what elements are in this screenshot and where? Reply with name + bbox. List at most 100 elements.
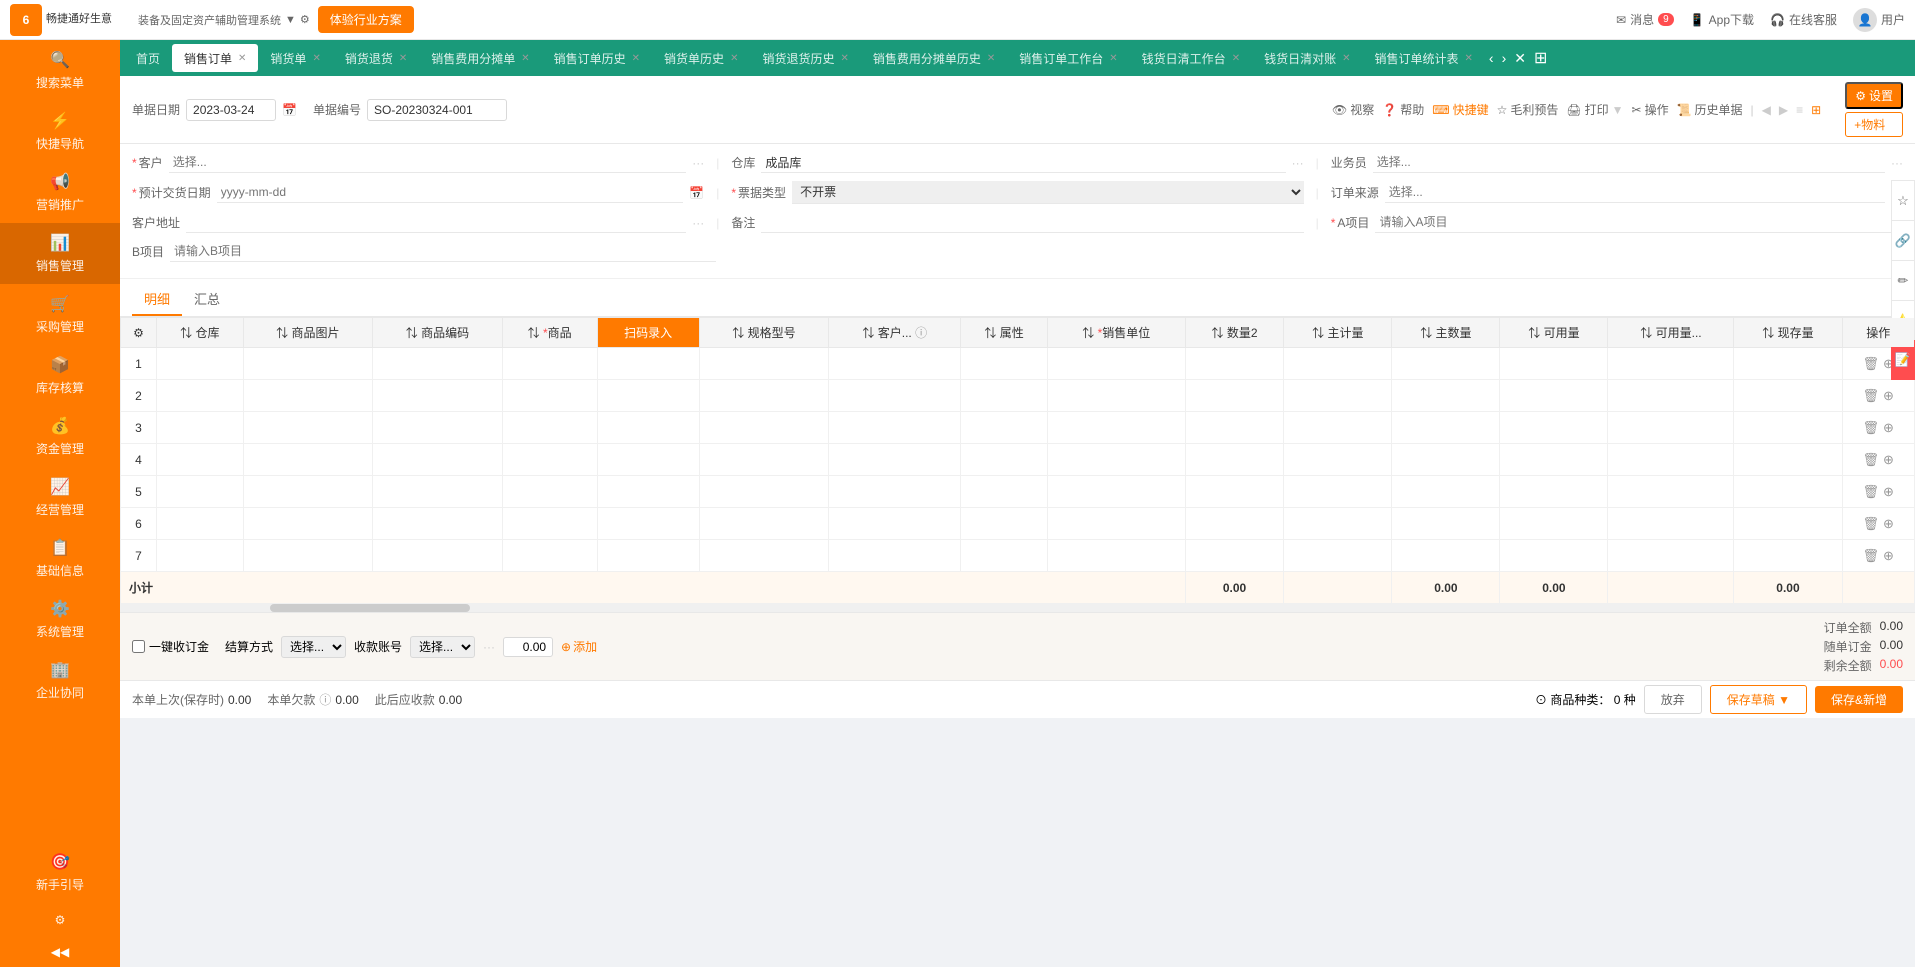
sidebar-item-inventory[interactable]: 📦 库存核算 <box>0 345 120 406</box>
help-btn[interactable]: ❓ 帮助 <box>1382 101 1424 118</box>
tab-close-sales-refund-history[interactable]: ✕ <box>840 53 848 64</box>
sidebar-item-system[interactable]: ⚙️ 系统管理 <box>0 589 120 650</box>
tab-sales-stat[interactable]: 销售订单统计表 ✕ <box>1362 44 1484 72</box>
row1-product-code[interactable] <box>373 348 503 380</box>
tab-sales-cost-history[interactable]: 销售费用分摊单历史 ✕ <box>861 44 1007 72</box>
user-btn[interactable]: 👤 用户 <box>1853 8 1905 32</box>
set-btn[interactable]: ⚙ 设置 <box>1845 82 1903 109</box>
row7-copy-icon[interactable]: ⊕ <box>1883 548 1894 564</box>
col-attribute[interactable]: ⇅ 属性 <box>961 318 1048 348</box>
tab-close-cash-daily[interactable]: ✕ <box>1232 53 1240 64</box>
row1-product[interactable] <box>502 348 597 380</box>
tab-menu-btn[interactable]: ✕ <box>1510 50 1530 67</box>
row2-product-img[interactable] <box>243 380 373 412</box>
row6-copy-icon[interactable]: ⊕ <box>1883 516 1894 532</box>
row2-copy-icon[interactable]: ⊕ <box>1883 388 1894 404</box>
sidebar-item-sales[interactable]: 📊 销售管理 <box>0 223 120 284</box>
tab-cash-daily[interactable]: 钱货日清工作台 ✕ <box>1130 44 1252 72</box>
sidebar-item-enterprise[interactable]: 🏢 企业协同 <box>0 650 120 711</box>
row5-copy-icon[interactable]: ⊕ <box>1883 484 1894 500</box>
one-click-checkbox-input[interactable] <box>132 640 145 653</box>
tab-close-cash-reconcile[interactable]: ✕ <box>1342 53 1350 64</box>
tab-cash-reconcile[interactable]: 钱货日清对账 ✕ <box>1252 44 1362 72</box>
edge-btn-1[interactable]: ☆ <box>1891 180 1915 220</box>
sidebar-item-basic[interactable]: 📋 基础信息 <box>0 528 120 589</box>
view-btn[interactable]: 👁 视察 <box>1332 101 1374 118</box>
salesperson-more-icon[interactable]: ··· <box>1891 156 1903 170</box>
tab-prev-btn[interactable]: ‹ <box>1485 50 1498 66</box>
row1-customer-code[interactable] <box>829 348 961 380</box>
row5-delete-icon[interactable]: 🗑 <box>1863 484 1880 500</box>
row2-warehouse[interactable] <box>157 380 244 412</box>
tab-sales-order[interactable]: 销售订单 ✕ <box>172 44 258 72</box>
row2-qty2[interactable] <box>1185 380 1284 412</box>
tab-close-sales-cost-history[interactable]: ✕ <box>987 53 995 64</box>
tab-sales-cost[interactable]: 销售费用分摊单 ✕ <box>419 44 541 72</box>
col-product-img[interactable]: ⇅ 商品图片 <box>243 318 373 348</box>
table-scrollbar[interactable] <box>120 604 1915 612</box>
tab-close-sales-cost[interactable]: ✕ <box>521 53 529 64</box>
col-available[interactable]: ⇅ 可用量 <box>1500 318 1608 348</box>
sidebar-item-search[interactable]: 🔍 搜索菜单 <box>0 40 120 101</box>
row2-available2[interactable] <box>1608 380 1734 412</box>
discard-btn[interactable]: 放弃 <box>1644 685 1702 714</box>
col-qty2[interactable]: ⇅ 数量2 <box>1185 318 1284 348</box>
amount-input[interactable] <box>503 637 553 657</box>
docno-input[interactable] <box>367 99 507 121</box>
account-select[interactable]: 选择... <box>410 636 475 658</box>
row1-stock[interactable] <box>1734 348 1842 380</box>
operation-btn[interactable]: ✂ 操作 <box>1632 101 1669 118</box>
row2-product[interactable] <box>502 380 597 412</box>
edge-btn-3[interactable]: ✏ <box>1891 260 1915 300</box>
print-btn[interactable]: 🖨 打印 ▼ <box>1566 101 1623 118</box>
tab-summary[interactable]: 汇总 <box>182 283 232 316</box>
tab-sales-return[interactable]: 销货单 ✕ <box>258 44 332 72</box>
profit-btn[interactable]: ☆ 毛利预告 <box>1497 101 1559 118</box>
message-btn[interactable]: ✉ 消息 9 <box>1616 11 1674 28</box>
warehouse-more-icon[interactable]: ··· <box>1292 156 1304 170</box>
row1-scan[interactable] <box>597 348 699 380</box>
col-main-qty[interactable]: ⇅ 主数量 <box>1392 318 1500 348</box>
a-project-input[interactable] <box>1375 212 1903 233</box>
order-source-input[interactable] <box>1385 182 1885 203</box>
row7-delete-icon[interactable]: 🗑 <box>1863 548 1880 564</box>
add-material-btn[interactable]: +物料 <box>1845 112 1903 137</box>
add-payment-btn[interactable]: ⊕ 添加 <box>561 638 597 655</box>
salesperson-input[interactable] <box>1373 152 1885 173</box>
row2-product-code[interactable] <box>373 380 503 412</box>
col-warehouse[interactable]: ⇅ 仓库 <box>157 318 244 348</box>
row3-delete-icon[interactable]: 🗑 <box>1863 420 1880 436</box>
tab-close-sales-stat[interactable]: ✕ <box>1465 53 1473 64</box>
row1-spec[interactable] <box>699 348 829 380</box>
row2-customer-code[interactable] <box>829 380 961 412</box>
tab-sales-return-history[interactable]: 销货单历史 ✕ <box>652 44 750 72</box>
tab-sales-refund[interactable]: 销货退货 ✕ <box>333 44 419 72</box>
tab-close-sales-order-history[interactable]: ✕ <box>632 53 640 64</box>
tab-close-sales-return[interactable]: ✕ <box>312 53 320 64</box>
tab-next-btn[interactable]: › <box>1498 50 1511 66</box>
row4-delete-icon[interactable]: 🗑 <box>1863 452 1880 468</box>
row2-main-qty[interactable] <box>1392 380 1500 412</box>
note-input[interactable] <box>761 212 1303 233</box>
account-more-icon[interactable]: ··· <box>483 640 495 654</box>
scroll-thumb[interactable] <box>270 604 470 612</box>
customer-addr-input[interactable] <box>186 212 686 233</box>
row1-available2[interactable] <box>1608 348 1734 380</box>
row3-warehouse[interactable] <box>157 412 244 444</box>
sidebar-item-purchase[interactable]: 🛒 采购管理 <box>0 284 120 345</box>
one-click-payment-checkbox[interactable]: 一键收订金 <box>132 638 209 655</box>
row1-sales-unit[interactable] <box>1047 348 1185 380</box>
b-project-input[interactable] <box>170 241 716 262</box>
tab-sales-order-history[interactable]: 销售订单历史 ✕ <box>542 44 652 72</box>
sidebar-item-finance[interactable]: 💰 资金管理 <box>0 406 120 467</box>
table-scroll[interactable]: ⚙ ⇅ 仓库 ⇅ 商品图片 ⇅ 商品编码 <box>120 317 1915 604</box>
shortcut-btn[interactable]: ⌨ 快捷键 <box>1432 101 1488 118</box>
trial-btn[interactable]: 体验行业方案 <box>318 6 414 33</box>
tab-expand-btn[interactable]: ⊞ <box>1530 48 1551 68</box>
row2-sales-unit[interactable] <box>1047 380 1185 412</box>
row4-copy-icon[interactable]: ⊕ <box>1883 452 1894 468</box>
col-sales-unit[interactable]: ⇅ *销售单位 <box>1047 318 1185 348</box>
col-available2[interactable]: ⇅ 可用量... <box>1608 318 1734 348</box>
row1-delete-icon[interactable]: 🗑 <box>1863 356 1880 372</box>
customer-input[interactable] <box>169 152 687 173</box>
